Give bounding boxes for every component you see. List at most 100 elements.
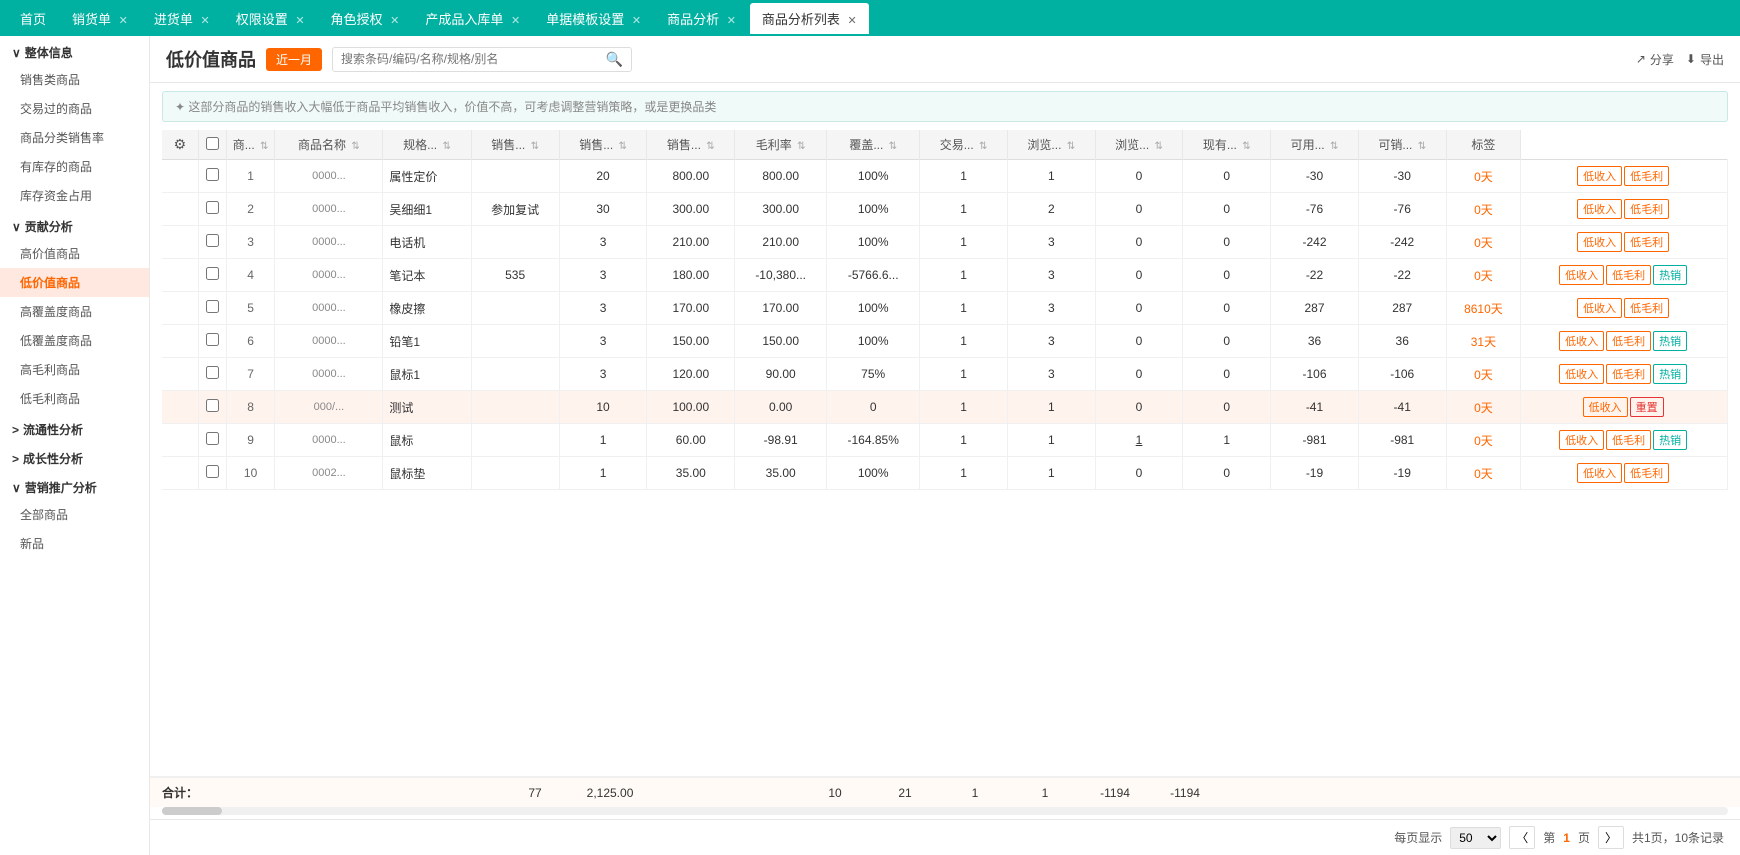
next-page-btn[interactable]: 〉 [1598,826,1624,849]
cell-s3: -98.91 [735,424,827,457]
sidebar-item-traded[interactable]: 交易过的商品 [0,94,149,123]
cell-checkbox[interactable] [198,193,226,226]
cell-stock2: -106 [1358,358,1446,391]
cell-checkbox[interactable] [198,226,226,259]
nav-sales[interactable]: 销货单 ✕ [60,3,140,34]
cell-s3: 150.00 [735,325,827,358]
cell-view1[interactable]: 0 [1095,193,1183,226]
row-checkbox[interactable] [206,465,219,478]
cell-view1[interactable]: 0 [1095,391,1183,424]
cell-view1[interactable]: 0 [1095,160,1183,193]
sidebar-item-category-rate[interactable]: 商品分类销售率 [0,123,149,152]
cell-view1[interactable]: 1 [1095,424,1183,457]
cell-s2: 170.00 [647,292,735,325]
table-header-row: ⚙ 商... ⇅ 商品名称 ⇅ 规格... ⇅ 销售... ⇅ 销售... ⇅ … [162,130,1728,160]
data-table-wrapper[interactable]: ⚙ 商... ⇅ 商品名称 ⇅ 规格... ⇅ 销售... ⇅ 销售... ⇅ … [162,130,1728,776]
tag: 低毛利 [1624,298,1669,318]
footer-s1: 77 [500,786,570,800]
row-checkbox[interactable] [206,432,219,445]
sidebar-item-sales-products[interactable]: 销售类商品 [0,65,149,94]
cell-checkbox[interactable] [198,160,226,193]
nav-analysis[interactable]: 商品分析 ✕ [655,3,748,34]
sidebar-item-stock-funds[interactable]: 库存资金占用 [0,181,149,210]
cell-spec [471,292,559,325]
sidebar-item-new-products[interactable]: 新品 [0,529,149,558]
tag: 热销 [1653,364,1687,384]
cell-s1: 3 [559,325,647,358]
cell-gear [162,160,198,193]
row-checkbox[interactable] [206,300,219,313]
cell-no: 9 [226,424,275,457]
cell-view1[interactable]: 0 [1095,358,1183,391]
cell-trade: 1 [1007,391,1095,424]
per-page-select[interactable]: 50 100 [1450,827,1501,849]
sidebar-section-contribution[interactable]: ∨ 贡献分析 [0,210,149,239]
cell-checkbox[interactable] [198,424,226,457]
sidebar-item-low-margin[interactable]: 低毛利商品 [0,384,149,413]
row-checkbox[interactable] [206,333,219,346]
sidebar-item-high-value[interactable]: 高价值商品 [0,239,149,268]
cell-checkbox[interactable] [198,325,226,358]
cell-view1[interactable]: 0 [1095,325,1183,358]
cell-name: 属性定价 [383,160,471,193]
sidebar-item-in-stock[interactable]: 有库存的商品 [0,152,149,181]
nav-product[interactable]: 产成品入库单 ✕ [413,3,532,34]
footer-margin [730,786,800,800]
cell-spec [471,226,559,259]
footer-cb [242,786,270,800]
cell-view1[interactable]: 0 [1095,226,1183,259]
select-all-checkbox[interactable] [206,137,219,150]
search-input[interactable] [341,52,606,66]
sidebar-item-low-value[interactable]: 低价值商品 [0,268,149,297]
settings-icon[interactable]: ⚙ [174,136,187,152]
cell-checkbox[interactable] [198,292,226,325]
sidebar-section-marketing[interactable]: ∨ 营销推广分析 [0,471,149,500]
cell-no: 5 [226,292,275,325]
cell-gear [162,193,198,226]
cell-checkbox[interactable] [198,358,226,391]
nav-analysis-list[interactable]: 商品分析列表 ✕ [750,3,869,34]
nav-perms[interactable]: 权限设置 ✕ [224,3,317,34]
sidebar-item-low-coverage[interactable]: 低覆盖度商品 [0,326,149,355]
cell-checkbox[interactable] [198,259,226,292]
sidebar-item-all-products[interactable]: 全部商品 [0,500,149,529]
sidebar-item-high-coverage[interactable]: 高覆盖度商品 [0,297,149,326]
cell-view2: 0 [1183,292,1271,325]
gear-header[interactable]: ⚙ [162,130,198,160]
export-button[interactable]: ⬇ 导出 [1686,51,1724,68]
nav-purchase[interactable]: 进货单 ✕ [142,3,222,34]
tag: 低收入 [1577,199,1622,219]
prev-page-btn[interactable]: 〈 [1509,826,1535,849]
sidebar-section-circulation[interactable]: > 流通性分析 [0,413,149,442]
row-checkbox[interactable] [206,201,219,214]
cell-checkbox[interactable] [198,391,226,424]
tag: 低毛利 [1606,265,1651,285]
scrollbar-thumb[interactable] [162,807,222,815]
row-checkbox[interactable] [206,366,219,379]
cell-s2: 800.00 [647,160,735,193]
nav-template[interactable]: 单据模板设置 ✕ [534,3,653,34]
tag: 重置 [1630,397,1664,417]
cell-view2: 0 [1183,391,1271,424]
search-box[interactable]: 🔍 [332,47,632,72]
checkbox-header[interactable] [198,130,226,160]
filter-recent-month[interactable]: 近一月 [266,48,322,71]
row-checkbox[interactable] [206,399,219,412]
cell-view1[interactable]: 0 [1095,292,1183,325]
nav-home[interactable]: 首页 [8,3,58,34]
cell-view1[interactable]: 0 [1095,259,1183,292]
cell-code: 0002... [275,457,383,490]
cell-checkbox[interactable] [198,457,226,490]
row-checkbox[interactable] [206,168,219,181]
sidebar-section-growth[interactable]: > 成长性分析 [0,442,149,471]
row-checkbox[interactable] [206,267,219,280]
cell-stock1: -19 [1271,457,1359,490]
cell-view1[interactable]: 0 [1095,457,1183,490]
share-button[interactable]: ↗ 分享 [1636,51,1674,68]
cell-spec [471,391,559,424]
horizontal-scrollbar[interactable] [162,807,1728,815]
row-checkbox[interactable] [206,234,219,247]
sidebar-item-high-margin[interactable]: 高毛利商品 [0,355,149,384]
sidebar-section-overall[interactable]: ∨ 整体信息 [0,36,149,65]
nav-roles[interactable]: 角色授权 ✕ [319,3,412,34]
